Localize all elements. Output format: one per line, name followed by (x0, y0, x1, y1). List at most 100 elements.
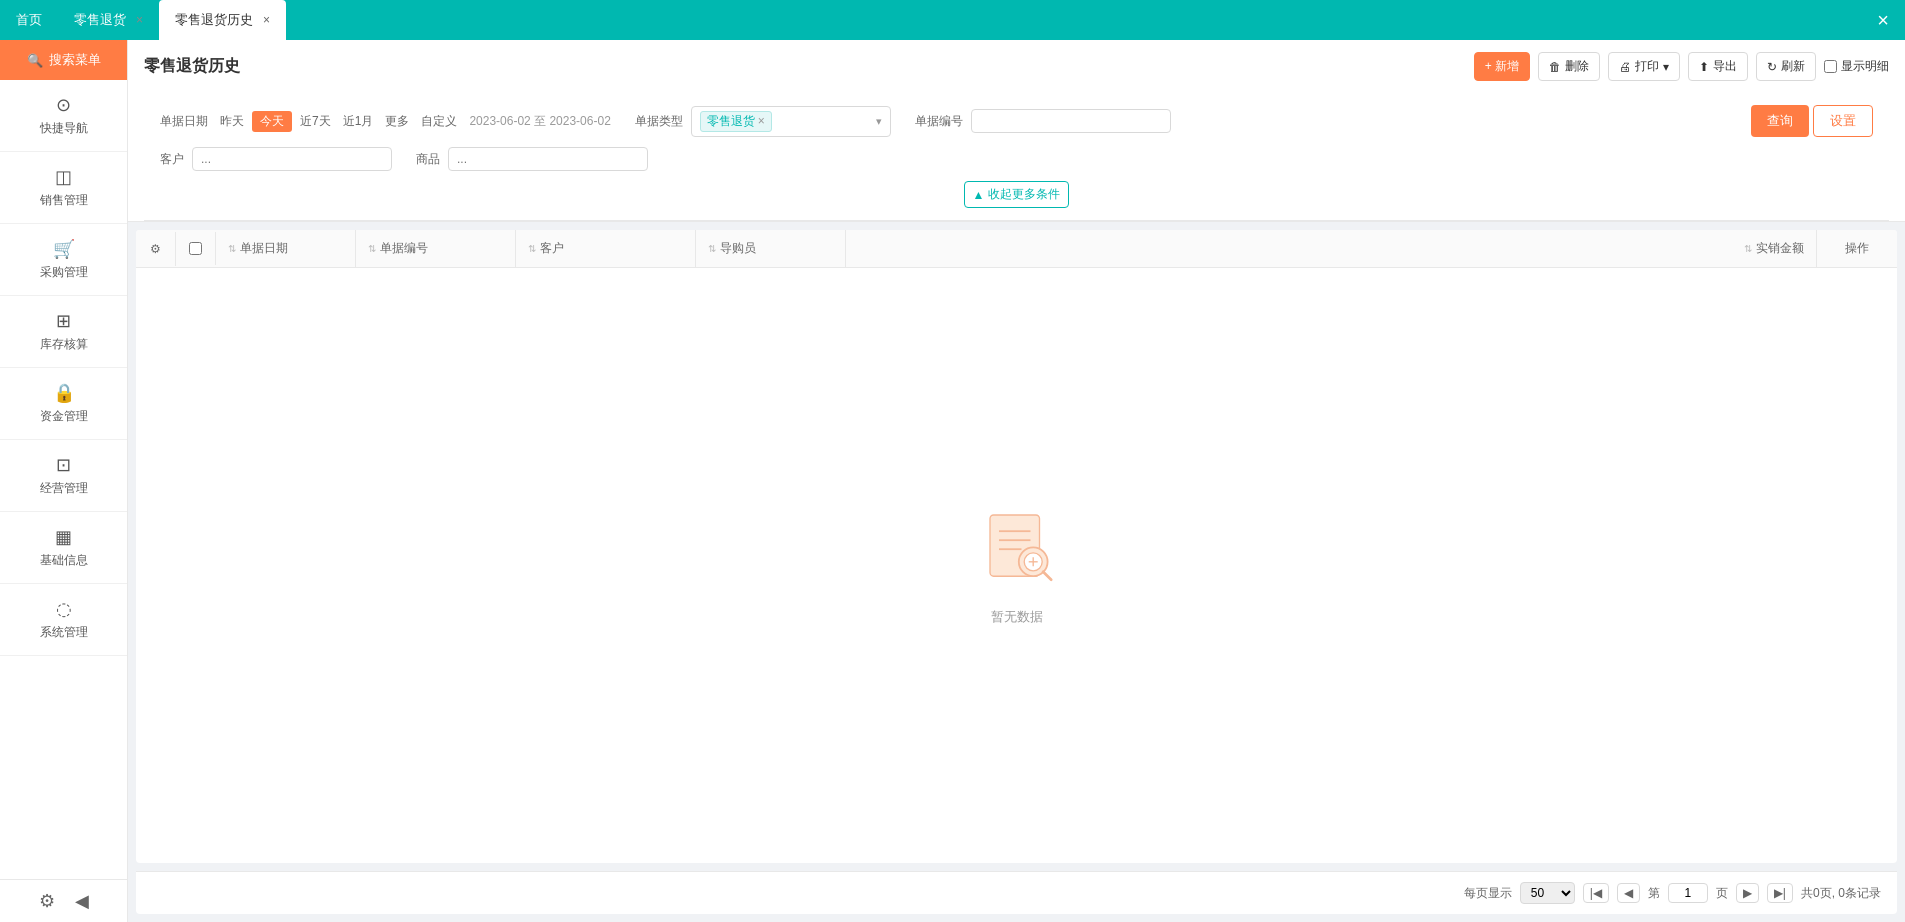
operations-icon: ⊡ (56, 454, 71, 476)
today-btn[interactable]: 今天 (252, 111, 292, 132)
new-btn[interactable]: + 新增 (1474, 52, 1530, 81)
export-icon: ⬆ (1699, 60, 1709, 74)
content-area: 零售退货历史 + 新增 🗑 删除 🖨 打印 ▾ ⬆ 导出 (128, 40, 1905, 922)
type-tag: 零售退货 × (700, 111, 772, 132)
tab-retail-return-close[interactable]: × (136, 13, 143, 27)
empty-illustration (972, 506, 1062, 596)
sidebar: 🔍 搜索菜单 ⊙ 快捷导航 ◫ 销售管理 🛒 采购管理 ⊞ 库存核算 🔒 资 (0, 40, 128, 922)
filter-area: 单据日期 昨天 今天 近7天 近1月 更多 自定义 2023-06-02 至 2… (144, 93, 1889, 221)
filter-row-2: 客户 商品 (160, 147, 1873, 171)
print-dropdown-icon: ▾ (1663, 60, 1669, 74)
sidebar-item-quick-nav[interactable]: ⊙ 快捷导航 (0, 80, 127, 152)
order-number-input[interactable] (971, 109, 1171, 133)
sidebar-item-sales-mgmt[interactable]: ◫ 销售管理 (0, 152, 127, 224)
sidebar-item-quick-nav-label: 快捷导航 (40, 120, 88, 137)
purchase-icon: 🛒 (53, 238, 75, 260)
more-btn[interactable]: 更多 (381, 111, 413, 132)
collapse-sidebar-icon[interactable]: ◀ (75, 890, 89, 912)
query-btn[interactable]: 查询 (1751, 105, 1809, 137)
table-container: ⚙ ⇅ 单据日期 ⇅ 单据编号 ⇅ 客户 ⇅ (136, 230, 1897, 863)
prev-page-btn[interactable]: ◀ (1617, 883, 1640, 903)
th-amount-sort-icon[interactable]: ⇅ (1744, 244, 1752, 254)
column-settings-icon[interactable]: ⚙ (150, 242, 161, 256)
topbar-close-btn[interactable]: × (1861, 0, 1905, 40)
search-icon: 🔍 (27, 53, 43, 68)
th-date-label: 单据日期 (240, 240, 288, 257)
per-page-label: 每页显示 (1464, 885, 1512, 902)
tab-home-label: 首页 (16, 11, 42, 29)
empty-text: 暂无数据 (991, 608, 1043, 626)
customer-input[interactable] (192, 147, 392, 171)
tab-retail-return-history[interactable]: 零售退货历史 × (159, 0, 286, 40)
sidebar-item-finance-label: 资金管理 (40, 408, 88, 425)
per-page-select[interactable]: 50 10 20 100 (1520, 882, 1575, 904)
type-filter-label: 单据类型 (635, 113, 683, 130)
first-page-btn[interactable]: |◀ (1583, 883, 1609, 903)
sidebar-footer: ⚙ ◀ (0, 879, 127, 922)
th-settings[interactable]: ⚙ (136, 232, 176, 266)
sidebar-item-sales-mgmt-label: 销售管理 (40, 192, 88, 209)
settings-gear-icon[interactable]: ⚙ (39, 890, 55, 912)
delete-btn[interactable]: 🗑 删除 (1538, 52, 1600, 81)
total-label: 共0页, 0条记录 (1801, 885, 1881, 902)
show-detail-checkbox[interactable] (1824, 60, 1837, 73)
refresh-btn[interactable]: ↻ 刷新 (1756, 52, 1816, 81)
topbar: 首页 零售退货 × 零售退货历史 × × (0, 0, 1905, 40)
tab-retail-return[interactable]: 零售退货 × (58, 0, 159, 40)
topbar-tabs: 首页 零售退货 × 零售退货历史 × (0, 0, 1861, 40)
th-number-sort-icon[interactable]: ⇅ (368, 244, 376, 254)
filter-date-item: 单据日期 昨天 今天 近7天 近1月 更多 自定义 2023-06-02 至 2… (160, 111, 611, 132)
sidebar-item-operations-label: 经营管理 (40, 480, 88, 497)
page-input[interactable] (1668, 883, 1708, 903)
th-customer-sort-icon[interactable]: ⇅ (528, 244, 536, 254)
refresh-label: 刷新 (1781, 58, 1805, 75)
next-page-btn[interactable]: ▶ (1736, 883, 1759, 903)
sidebar-item-operations[interactable]: ⊡ 经营管理 (0, 440, 127, 512)
tab-retail-return-history-label: 零售退货历史 (175, 11, 253, 29)
type-filter-select[interactable]: 零售退货 × ▾ (691, 106, 891, 137)
th-guide-sort-icon[interactable]: ⇅ (708, 244, 716, 254)
tab-retail-return-history-close[interactable]: × (263, 13, 270, 27)
last-page-btn[interactable]: ▶| (1767, 883, 1793, 903)
th-checkbox[interactable] (176, 232, 216, 265)
sidebar-item-basic-info-label: 基础信息 (40, 552, 88, 569)
last7days-btn[interactable]: 近7天 (296, 111, 335, 132)
print-icon: 🖨 (1619, 60, 1631, 74)
type-select-dropdown-icon: ▾ (876, 115, 882, 128)
th-date: ⇅ 单据日期 (216, 230, 356, 267)
goods-input[interactable] (448, 147, 648, 171)
order-filter-label: 单据编号 (915, 113, 963, 130)
sidebar-item-system-mgmt[interactable]: ◌ 系统管理 (0, 584, 127, 656)
sidebar-item-finance[interactable]: 🔒 资金管理 (0, 368, 127, 440)
last1month-btn[interactable]: 近1月 (339, 111, 378, 132)
refresh-icon: ↻ (1767, 60, 1777, 74)
settings-btn[interactable]: 设置 (1813, 105, 1873, 137)
th-date-sort-icon[interactable]: ⇅ (228, 244, 236, 254)
export-btn[interactable]: ⬆ 导出 (1688, 52, 1748, 81)
date-range-display: 2023-06-02 至 2023-06-02 (469, 113, 610, 130)
type-tag-close[interactable]: × (758, 114, 765, 128)
sidebar-search-btn[interactable]: 🔍 搜索菜单 (0, 40, 127, 80)
yesterday-btn[interactable]: 昨天 (216, 111, 248, 132)
collapse-btn[interactable]: ▲ 收起更多条件 (964, 181, 1070, 208)
page-title-row: 零售退货历史 + 新增 🗑 删除 🖨 打印 ▾ ⬆ 导出 (144, 52, 1889, 81)
sidebar-item-basic-info[interactable]: ▦ 基础信息 (0, 512, 127, 584)
select-all-checkbox[interactable] (189, 242, 202, 255)
filter-row-1: 单据日期 昨天 今天 近7天 近1月 更多 自定义 2023-06-02 至 2… (160, 105, 1873, 137)
sidebar-item-inventory[interactable]: ⊞ 库存核算 (0, 296, 127, 368)
sidebar-item-system-mgmt-label: 系统管理 (40, 624, 88, 641)
print-btn[interactable]: 🖨 打印 ▾ (1608, 52, 1680, 81)
th-number-label: 单据编号 (380, 240, 428, 257)
sidebar-item-purchase-mgmt[interactable]: 🛒 采购管理 (0, 224, 127, 296)
th-amount-label: 实销金额 (1756, 240, 1804, 257)
finance-icon: 🔒 (53, 382, 75, 404)
page-unit: 页 (1716, 885, 1728, 902)
tab-home[interactable]: 首页 (0, 0, 58, 40)
custom-btn[interactable]: 自定义 (417, 111, 461, 132)
show-detail-checkbox-wrapper[interactable]: 显示明细 (1824, 58, 1889, 75)
page-label: 第 (1648, 885, 1660, 902)
goods-filter-label: 商品 (416, 151, 440, 168)
collapse-icon: ▲ (973, 188, 985, 202)
delete-icon: 🗑 (1549, 60, 1561, 74)
type-tag-text: 零售退货 (707, 113, 755, 130)
